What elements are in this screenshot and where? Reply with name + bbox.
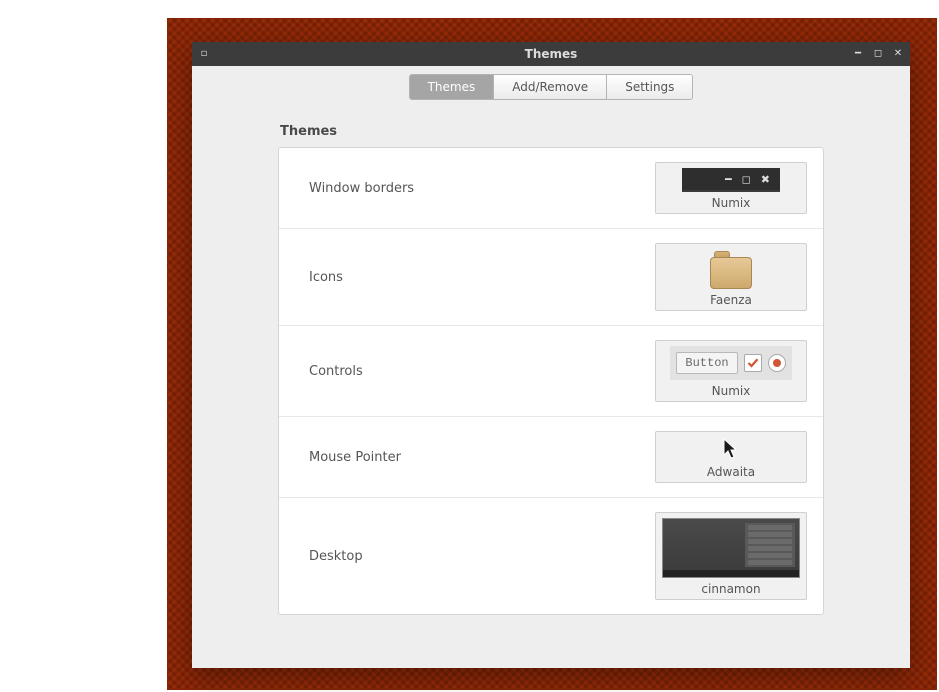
cursor-icon xyxy=(722,437,740,461)
desktop-preview xyxy=(662,518,800,578)
folder-icon xyxy=(710,249,752,289)
themes-window: ▫ Themes ━ ◻ ✕ Themes Add/Remove Setting… xyxy=(192,42,910,668)
chooser-window-borders[interactable]: ━ ◻ ✖ Numix xyxy=(655,162,807,214)
icons-preview xyxy=(662,249,800,289)
mouse-pointer-preview xyxy=(662,437,800,461)
minimize-icon: ━ xyxy=(725,174,732,185)
window-title: Themes xyxy=(192,47,910,61)
minimize-button[interactable]: ━ xyxy=(852,48,864,60)
row-desktop-label: Desktop xyxy=(309,549,655,564)
chooser-mouse-pointer[interactable]: Adwaita xyxy=(655,431,807,483)
section-heading: Themes xyxy=(280,124,824,139)
tab-bar: Themes Add/Remove Settings xyxy=(192,66,910,112)
row-icons: Icons Faenza xyxy=(279,229,823,326)
chooser-mouse-pointer-value: Adwaita xyxy=(707,465,755,479)
row-controls-label: Controls xyxy=(309,364,655,379)
row-desktop: Desktop cinnamon xyxy=(279,498,823,614)
row-icons-label: Icons xyxy=(309,270,655,285)
menu-icon[interactable]: ▫ xyxy=(198,48,210,60)
tab-settings[interactable]: Settings xyxy=(607,75,692,99)
row-window-borders-label: Window borders xyxy=(309,181,655,196)
window-titlebar[interactable]: ▫ Themes ━ ◻ ✕ xyxy=(192,42,910,66)
tab-themes[interactable]: Themes xyxy=(410,75,495,99)
row-controls: Controls Button Numix xyxy=(279,326,823,417)
row-mouse-pointer-label: Mouse Pointer xyxy=(309,450,655,465)
tab-add-remove[interactable]: Add/Remove xyxy=(494,75,607,99)
window-borders-preview: ━ ◻ ✖ xyxy=(662,168,800,192)
radio-icon xyxy=(768,354,786,372)
chooser-controls-value: Numix xyxy=(712,384,751,398)
chooser-desktop-value: cinnamon xyxy=(701,582,760,596)
row-mouse-pointer: Mouse Pointer Adwaita xyxy=(279,417,823,498)
maximize-button[interactable]: ◻ xyxy=(872,48,884,60)
themes-card: Window borders ━ ◻ ✖ Numix Icons xyxy=(278,147,824,615)
calendar-icon xyxy=(745,523,795,567)
content-area: Themes Window borders ━ ◻ ✖ Numix xyxy=(192,124,910,635)
chooser-controls[interactable]: Button Numix xyxy=(655,340,807,402)
close-button[interactable]: ✕ xyxy=(892,48,904,60)
maximize-icon: ◻ xyxy=(742,174,751,185)
chooser-window-borders-value: Numix xyxy=(712,196,751,210)
checkbox-icon xyxy=(744,354,762,372)
row-window-borders: Window borders ━ ◻ ✖ Numix xyxy=(279,148,823,229)
controls-preview: Button xyxy=(662,346,800,380)
chooser-icons[interactable]: Faenza xyxy=(655,243,807,311)
chooser-icons-value: Faenza xyxy=(710,293,752,307)
chooser-desktop[interactable]: cinnamon xyxy=(655,512,807,600)
close-icon: ✖ xyxy=(761,174,770,185)
button-icon: Button xyxy=(676,352,737,374)
